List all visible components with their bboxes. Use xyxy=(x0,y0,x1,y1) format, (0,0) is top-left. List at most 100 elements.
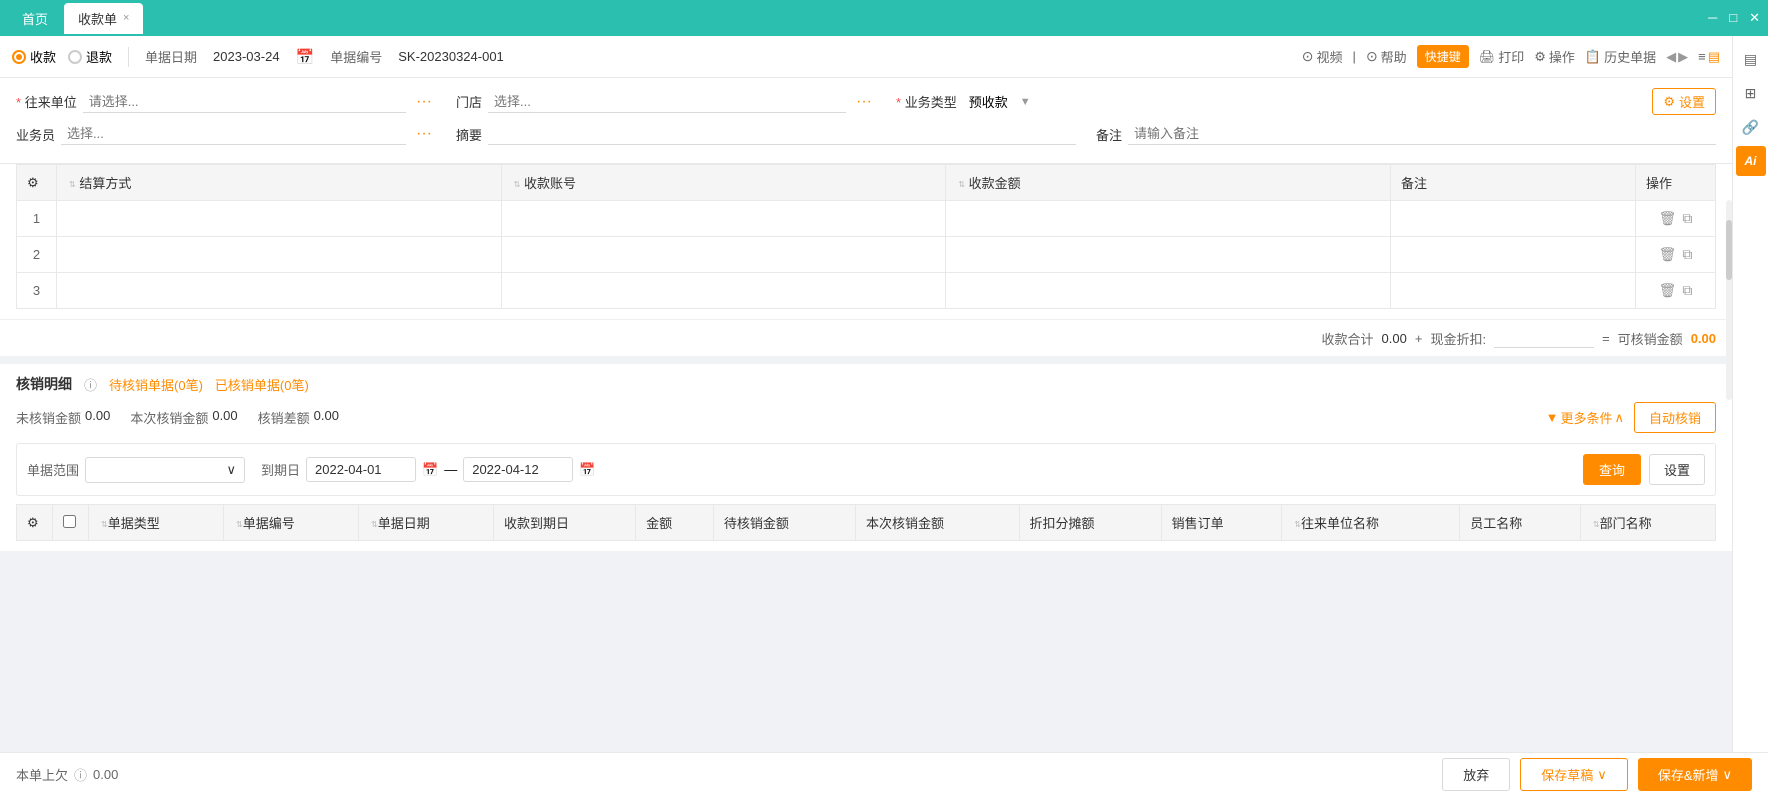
radio-receipt-dot xyxy=(12,50,26,64)
query-btn[interactable]: 查询 xyxy=(1583,454,1641,485)
list-view-btn[interactable]: ≡ xyxy=(1698,49,1706,65)
video-btn[interactable]: ⊙ 视频 xyxy=(1302,47,1343,66)
footer-total-value: 0.00 xyxy=(93,767,118,782)
action-icon: ⚙ xyxy=(1534,49,1546,65)
nav-arrows: ◀ ▶ xyxy=(1666,49,1688,65)
scroll-thumb[interactable] xyxy=(1726,220,1732,280)
cell-remark-2[interactable] xyxy=(1391,237,1636,273)
cell-remark-3[interactable] xyxy=(1391,273,1636,309)
copy-icon-3[interactable]: ⧉ xyxy=(1682,282,1692,299)
more-filter-btn[interactable]: ▼ 更多条件 ∧ xyxy=(1546,408,1624,427)
copy-icon-1[interactable]: ⧉ xyxy=(1682,210,1692,227)
staff-input[interactable] xyxy=(61,123,406,145)
remark-input[interactable] xyxy=(1128,123,1716,145)
cell-amount-1[interactable] xyxy=(946,201,1391,237)
delete-icon-3[interactable]: 🗑 xyxy=(1659,282,1677,299)
sidebar-grid-icon[interactable]: ⊞ xyxy=(1736,78,1766,108)
cell-remark-1[interactable] xyxy=(1391,201,1636,237)
copy-icon-2[interactable]: ⧉ xyxy=(1682,246,1692,263)
sidebar-link-icon[interactable]: 🔗 xyxy=(1736,112,1766,142)
cell-settlement-3[interactable] xyxy=(57,273,502,309)
date-separator: — xyxy=(444,462,457,477)
shop-input[interactable] xyxy=(488,91,846,113)
delete-icon-1[interactable]: 🗑 xyxy=(1659,210,1677,227)
filter-actions: 查询 设置 xyxy=(1583,454,1705,485)
radio-receipt[interactable]: 收款 xyxy=(12,47,56,66)
scroll-track[interactable] xyxy=(1726,200,1732,400)
toolbar-right: ⊙ 视频 | ⊙ 帮助 快捷键 🖨 打印 ⚙ 操作 📋 历史单据 ◀ xyxy=(1302,45,1720,68)
cell-account-2[interactable] xyxy=(501,237,946,273)
filter-right: ▼ 更多条件 ∧ 自动核销 xyxy=(1546,402,1716,433)
date-to-input[interactable] xyxy=(463,457,573,482)
diff-stat: 核销差额 0.00 xyxy=(258,408,339,427)
col-remark: 备注 xyxy=(1391,165,1636,201)
partner-input[interactable] xyxy=(83,91,406,113)
save-draft-arrow: ∨ xyxy=(1597,767,1607,783)
radio-refund[interactable]: 退款 xyxy=(68,47,112,66)
date-from-input[interactable] xyxy=(306,457,416,482)
completed-tab[interactable]: 已核销单据(0笔) xyxy=(215,375,309,394)
next-arrow[interactable]: ▶ xyxy=(1678,49,1688,65)
abstract-input[interactable] xyxy=(488,123,1076,145)
maximize-btn[interactable]: □ xyxy=(1729,10,1737,26)
cell-amount-3[interactable] xyxy=(946,273,1391,309)
prev-arrow[interactable]: ◀ xyxy=(1666,49,1676,65)
history-btn[interactable]: 📋 历史单据 xyxy=(1585,47,1656,66)
footer-left: 本单上欠 ⓘ 0.00 xyxy=(16,765,118,784)
delete-icon-2[interactable]: 🗑 xyxy=(1659,246,1677,263)
cell-account-3[interactable] xyxy=(501,273,946,309)
print-label: 打印 xyxy=(1498,47,1524,66)
writeoff-title: 核销明细 xyxy=(16,374,72,394)
biz-type-value: 预收款 xyxy=(963,89,1014,114)
btcol-dept: ⇅部门名称 xyxy=(1580,505,1715,541)
date-range: 到期日 📅 — 📅 xyxy=(261,457,595,482)
select-all-checkbox[interactable] xyxy=(63,515,76,528)
biz-type-dropdown[interactable]: ▼ xyxy=(1020,96,1031,108)
btcol-sales-order: 销售订单 xyxy=(1161,505,1282,541)
table-settings-btn[interactable]: 设置 xyxy=(1649,454,1705,485)
sidebar-table-icon[interactable]: ▤ xyxy=(1736,44,1766,74)
staff-more-btn[interactable]: ··· xyxy=(412,125,436,143)
cell-amount-2[interactable] xyxy=(946,237,1391,273)
auto-writeoff-btn[interactable]: 自动核销 xyxy=(1634,402,1716,433)
partner-more-btn[interactable]: ··· xyxy=(412,93,436,111)
print-btn[interactable]: 🖨 打印 xyxy=(1479,47,1525,66)
footer-total-label: 本单上欠 xyxy=(16,765,68,784)
grid-view-btn[interactable]: ▤ xyxy=(1708,49,1720,65)
close-btn[interactable]: ✕ xyxy=(1749,10,1760,26)
footer-info-icon[interactable]: ⓘ xyxy=(74,765,87,784)
cal-icon-to[interactable]: 📅 xyxy=(579,462,595,478)
pending-tab[interactable]: 待核销单据(0笔) xyxy=(109,375,203,394)
total-value: 0.00 xyxy=(1382,331,1407,346)
toolbar-divider xyxy=(128,47,129,67)
shortcut-btn[interactable]: 快捷键 xyxy=(1417,45,1469,68)
tab-receipt[interactable]: 收款单 × xyxy=(64,3,143,34)
cell-account-1[interactable] xyxy=(501,201,946,237)
cal-icon-from[interactable]: 📅 xyxy=(422,462,438,478)
btcol-settings[interactable]: ⚙ xyxy=(17,505,53,541)
tab-home[interactable]: 首页 xyxy=(8,3,62,34)
writeoff-info-icon[interactable]: ⓘ xyxy=(84,375,97,394)
discount-input[interactable] xyxy=(1494,328,1594,348)
minimize-btn[interactable]: ─ xyxy=(1708,10,1717,26)
tab-close-btn[interactable]: × xyxy=(123,12,129,24)
action-btn[interactable]: ⚙ 操作 xyxy=(1534,47,1575,66)
col-action: 操作 xyxy=(1636,165,1716,201)
diff-value: 0.00 xyxy=(314,408,339,427)
save-draft-btn[interactable]: 保存草稿 ∨ xyxy=(1520,758,1628,791)
sidebar-ai-icon[interactable]: Ai xyxy=(1736,146,1766,176)
settings-btn[interactable]: ⚙ 设置 xyxy=(1652,88,1716,115)
help-btn[interactable]: ⊙ 帮助 xyxy=(1366,47,1407,66)
current-label: 本次核销金额 xyxy=(130,408,208,427)
abandon-btn[interactable]: 放弃 xyxy=(1442,758,1510,791)
cell-settlement-1[interactable] xyxy=(57,201,502,237)
col-settings[interactable]: ⚙ xyxy=(17,165,57,201)
date-picker-icon[interactable]: 📅 xyxy=(296,48,315,66)
btcol-checkbox[interactable] xyxy=(53,505,89,541)
btcol-pending: 待核销金额 xyxy=(713,505,855,541)
range-dropdown[interactable]: ∨ xyxy=(85,457,245,483)
cell-settlement-2[interactable] xyxy=(57,237,502,273)
shop-more-btn[interactable]: ··· xyxy=(852,93,876,111)
writeoff-section: 核销明细 ⓘ 待核销单据(0笔) 已核销单据(0笔) 未核销金额 0.00 本次… xyxy=(0,364,1732,551)
save-new-btn[interactable]: 保存&新增 ∨ xyxy=(1638,758,1752,791)
